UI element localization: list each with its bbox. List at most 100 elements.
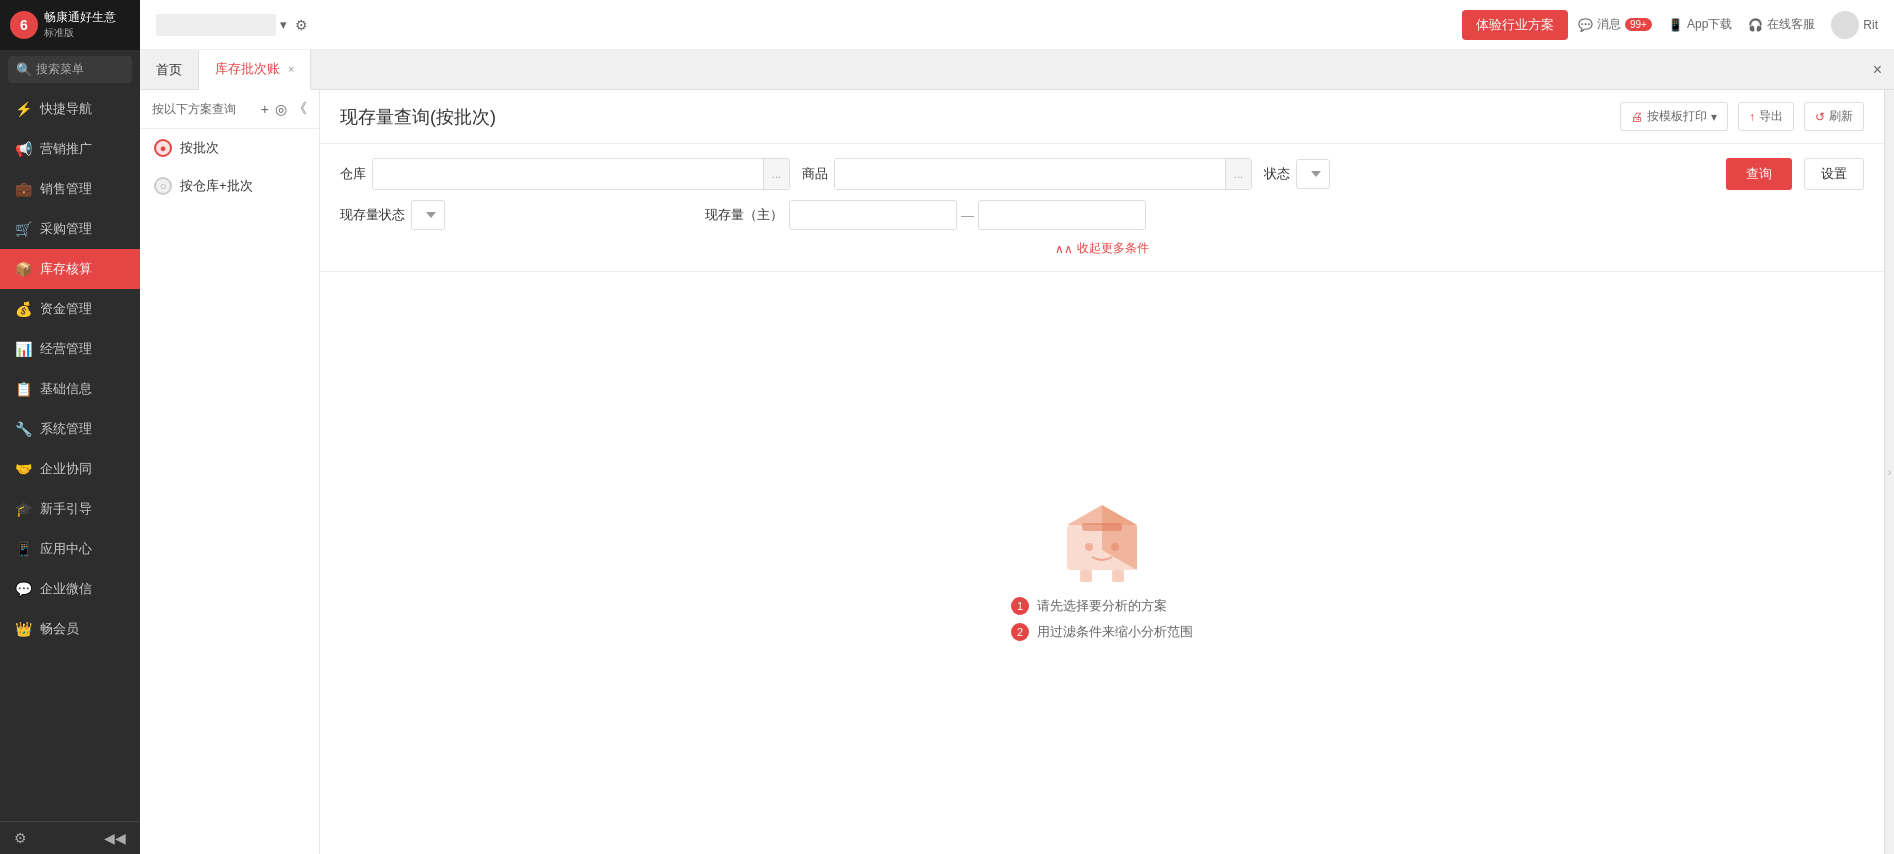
sidebar-item-purchase[interactable]: 🛒 采购管理 xyxy=(0,209,140,249)
filter-collapse-icon[interactable]: 《 xyxy=(293,100,307,118)
main-content: ▾ ⚙ 体验行业方案 💬 消息 99+ 📱 App下载 🎧 在线客服 Rit xyxy=(140,0,1894,854)
company-name: 畅康通好生意 xyxy=(44,10,116,26)
sidebar-item-label: 采购管理 xyxy=(40,220,92,238)
sidebar-item-operation[interactable]: 📊 经营管理 xyxy=(0,329,140,369)
sidebar-footer: ⚙ ◀◀ xyxy=(0,821,140,854)
appstore-icon: 📱 xyxy=(14,540,32,558)
stock-qty-min-input[interactable] xyxy=(789,200,957,230)
stock-qty-max-input[interactable] xyxy=(978,200,1146,230)
tab-home[interactable]: 首页 xyxy=(140,51,199,89)
search-filters: 仓库 ... 商品 ... 状态 xyxy=(320,144,1884,272)
sidebar-search[interactable]: 🔍 搜索菜单 xyxy=(8,56,132,83)
collapse-sidebar-icon[interactable]: ◀◀ xyxy=(104,830,126,846)
sidebar-item-inventory[interactable]: 📦 库存核算 xyxy=(0,249,140,289)
sidebar-item-wechat[interactable]: 💬 企业微信 xyxy=(0,569,140,609)
online-service-label: 在线客服 xyxy=(1767,16,1815,33)
sidebar-item-label: 快捷导航 xyxy=(40,100,92,118)
search-menu-label: 搜索菜单 xyxy=(36,61,84,78)
warehouse-input-group: ... xyxy=(372,158,790,190)
sidebar-item-system[interactable]: 🔧 系统管理 xyxy=(0,409,140,449)
empty-illustration xyxy=(1042,485,1162,585)
filter-item-batch[interactable]: ● 按批次 xyxy=(140,129,319,167)
setting-btn[interactable]: 设置 xyxy=(1804,158,1864,190)
sidebar-header: 6 畅康通好生意 标准版 xyxy=(0,0,140,50)
print-dropdown-icon: ▾ xyxy=(1711,110,1717,124)
export-btn[interactable]: ↑ 导出 xyxy=(1738,102,1794,131)
right-collapse-handle[interactable]: › xyxy=(1884,90,1894,854)
sidebar-item-label: 基础信息 xyxy=(40,380,92,398)
sidebar-item-member[interactable]: 👑 畅会员 xyxy=(0,609,140,649)
sidebar-item-basic[interactable]: 📋 基础信息 xyxy=(0,369,140,409)
filter-row-1: 仓库 ... 商品 ... 状态 xyxy=(340,158,1864,190)
goods-input[interactable] xyxy=(835,159,1225,189)
message-btn[interactable]: 💬 消息 99+ xyxy=(1578,16,1652,33)
status-label: 状态 xyxy=(1264,165,1290,183)
sidebar-item-marketing[interactable]: 📢 营销推广 xyxy=(0,129,140,169)
sidebar-item-finance[interactable]: 💰 资金管理 xyxy=(0,289,140,329)
topbar: ▾ ⚙ 体验行业方案 💬 消息 99+ 📱 App下载 🎧 在线客服 Rit xyxy=(140,0,1894,50)
breadcrumb-settings-icon[interactable]: ⚙ xyxy=(295,17,308,33)
goods-more-btn[interactable]: ... xyxy=(1225,159,1251,189)
sidebar-nav: ⚡ 快捷导航 📢 营销推广 💼 销售管理 🛒 采购管理 📦 库存核算 💰 资金管… xyxy=(0,89,140,821)
sidebar-item-label: 企业协同 xyxy=(40,460,92,478)
tab-inventory-label: 库存批次账 xyxy=(215,60,280,78)
wechat-icon: 💬 xyxy=(14,580,32,598)
filter-item-warehouse-batch[interactable]: ○ 按仓库+批次 xyxy=(140,167,319,205)
goods-input-group: ... xyxy=(834,158,1252,190)
sidebar-item-label: 经营管理 xyxy=(40,340,92,358)
stock-qty-label: 现存量（主） xyxy=(705,206,783,224)
filter-item-label: 按仓库+批次 xyxy=(180,177,253,195)
filter-item-label: 按批次 xyxy=(180,139,219,157)
collapse-filters-btn[interactable]: ∧∧ 收起更多条件 xyxy=(340,240,1864,257)
content-area: 现存量查询(按批次) 🖨 按模板打印 ▾ ↑ 导出 ↺ 刷新 xyxy=(320,90,1884,854)
system-icon: 🔧 xyxy=(14,420,32,438)
tab-close-main-icon[interactable]: × xyxy=(1873,61,1882,79)
collapse-up-icon: ∧∧ xyxy=(1055,242,1073,256)
tab-inventory-batch[interactable]: 库存批次账 × xyxy=(199,50,311,90)
sidebar-item-label: 销售管理 xyxy=(40,180,92,198)
print-label: 按模板打印 xyxy=(1647,108,1707,125)
svg-rect-3 xyxy=(1082,523,1122,531)
warehouse-input[interactable] xyxy=(373,159,763,189)
filter-add-icon[interactable]: + xyxy=(261,101,269,117)
empty-tips: 1 请先选择要分析的方案 2 用过滤条件来缩小分析范围 xyxy=(1011,597,1193,641)
user-btn[interactable]: Rit xyxy=(1831,11,1878,39)
sidebar-item-sales[interactable]: 💼 销售管理 xyxy=(0,169,140,209)
page-actions: 🖨 按模板打印 ▾ ↑ 导出 ↺ 刷新 xyxy=(1620,102,1864,131)
breadcrumb-dropdown-icon[interactable]: ▾ xyxy=(280,17,287,32)
search-btn[interactable]: 查询 xyxy=(1726,158,1792,190)
print-btn[interactable]: 🖨 按模板打印 ▾ xyxy=(1620,102,1728,131)
app-download-btn[interactable]: 📱 App下载 xyxy=(1668,16,1732,33)
sidebar-item-newbie[interactable]: 🎓 新手引导 xyxy=(0,489,140,529)
svg-rect-7 xyxy=(1112,570,1124,582)
sidebar: 6 畅康通好生意 标准版 🔍 搜索菜单 ⚡ 快捷导航 📢 营销推广 💼 销售管理… xyxy=(0,0,140,854)
operation-icon: 📊 xyxy=(14,340,32,358)
stock-status-field: 现存量状态 xyxy=(340,200,693,230)
sidebar-item-label: 系统管理 xyxy=(40,420,92,438)
message-icon: 💬 xyxy=(1578,18,1593,32)
sidebar-item-shortcut[interactable]: ⚡ 快捷导航 xyxy=(0,89,140,129)
tab-home-label: 首页 xyxy=(156,61,182,79)
filter-header-label: 按以下方案查询 xyxy=(152,101,236,118)
experience-btn[interactable]: 体验行业方案 xyxy=(1462,10,1568,40)
online-service-btn[interactable]: 🎧 在线客服 xyxy=(1748,16,1815,33)
export-icon: ↑ xyxy=(1749,110,1755,124)
warehouse-more-btn[interactable]: ... xyxy=(763,159,789,189)
refresh-btn[interactable]: ↺ 刷新 xyxy=(1804,102,1864,131)
sidebar-item-appstore[interactable]: 📱 应用中心 xyxy=(0,529,140,569)
print-icon: 🖨 xyxy=(1631,110,1643,124)
filter-panel-header: 按以下方案查询 + ◎ 《 xyxy=(140,90,319,129)
settings-icon[interactable]: ⚙ xyxy=(14,830,27,846)
sidebar-item-collab[interactable]: 🤝 企业协同 xyxy=(0,449,140,489)
empty-tip-2-text: 用过滤条件来缩小分析范围 xyxy=(1037,623,1193,641)
tab-close-icon[interactable]: × xyxy=(288,63,294,75)
stock-qty-range: — xyxy=(789,200,1146,230)
stock-status-select[interactable] xyxy=(411,200,445,230)
status-select[interactable] xyxy=(1296,159,1330,189)
sidebar-item-label: 应用中心 xyxy=(40,540,92,558)
page-content: 按以下方案查询 + ◎ 《 ● 按批次 ○ 按仓库+批次 现存量查询(按批次) xyxy=(140,90,1894,854)
filter-settings-icon[interactable]: ◎ xyxy=(275,101,287,117)
sidebar-item-label: 企业微信 xyxy=(40,580,92,598)
breadcrumb-input[interactable] xyxy=(156,14,276,36)
status-field: 状态 xyxy=(1264,159,1714,189)
